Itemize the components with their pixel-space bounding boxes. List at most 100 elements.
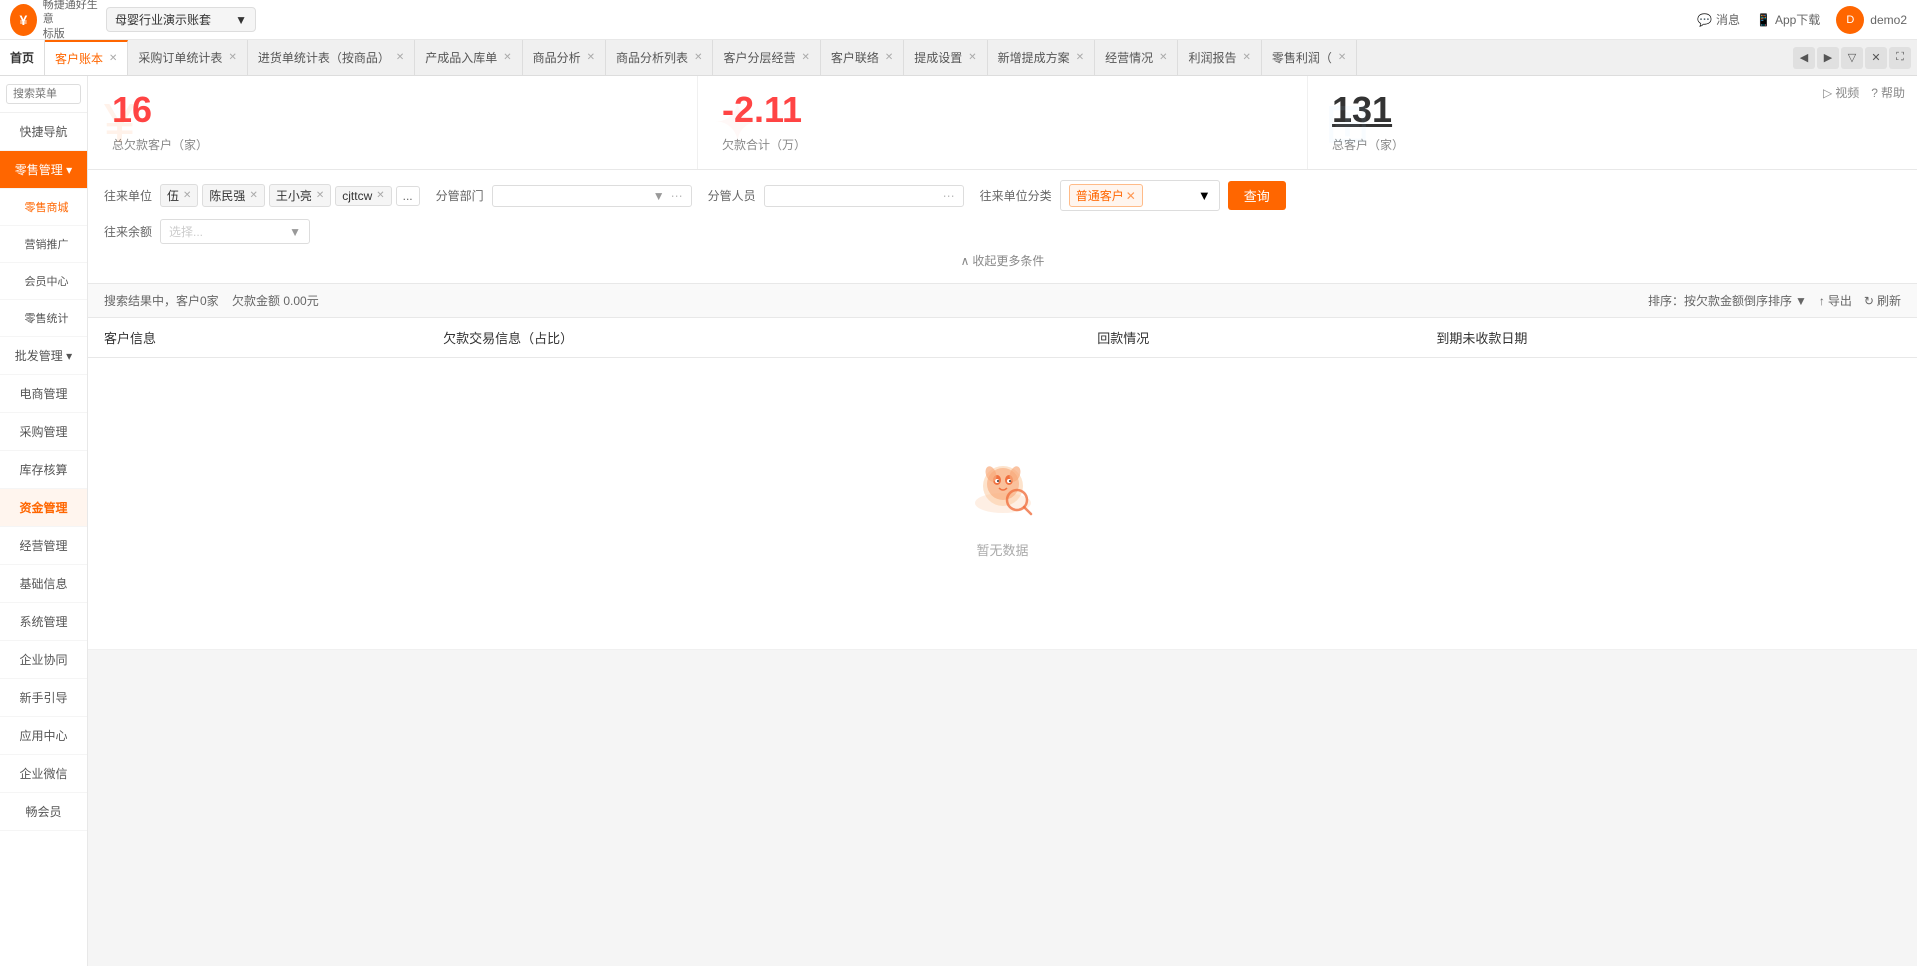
sidebar-item-app-center[interactable]: 应用中心 [0,717,87,755]
tab-profit-report[interactable]: 利润报告 ✕ [1178,40,1261,75]
sidebar-item-quick-nav[interactable]: 快捷导航 [0,113,87,151]
close-icon[interactable]: ✕ [1076,52,1084,63]
filter-label-person: 分管人员 [708,187,756,204]
sort-selector[interactable]: 排序：按欠款金额倒序排序 ▼ [1648,292,1807,309]
refresh-button[interactable]: ↻ 刷新 [1864,292,1901,309]
stat-label-owed-amount: 欠款合计（万） [722,136,1283,153]
export-icon: ↑ [1819,294,1825,308]
filter-balance-select[interactable]: 选择... ▼ [160,219,310,244]
sidebar-item-enterprise-coop[interactable]: 企业协同 [0,641,87,679]
tab-close-all-button[interactable]: ✕ [1865,47,1887,69]
tab-home[interactable]: 首页 [0,40,45,75]
collapse-filter-button[interactable]: ∧ 收起更多条件 [953,248,1053,273]
sidebar-item-retail-stats[interactable]: 零售统计 [0,300,87,337]
close-icon[interactable]: ✕ [1338,52,1346,63]
message-icon: 💬 [1697,13,1712,27]
close-icon[interactable]: ✕ [228,52,236,63]
close-icon[interactable]: ✕ [885,52,893,63]
tab-customer-tier[interactable]: 客户分层经营 ✕ [713,40,820,75]
col-repayment: 回款情况 [1081,318,1420,358]
tab-menu-button[interactable]: ▽ [1841,47,1863,69]
main-layout: 快捷导航 零售管理 ▾ 零售商城 营销推广 会员中心 零售统计 批发管理 ▾ 电… [0,76,1917,966]
content-area: ¥ 16 总欠款客户（家） ✦ -2.11 欠款合计（万） ⊞ 131 总客户（… [88,76,1917,966]
filter-tag-wang: 王小亮 ✕ [269,184,331,207]
tab-bar: 首页 客户账本 ✕ 采购订单统计表 ✕ 进货单统计表（按商品） ✕ 产成品入库单… [0,40,1917,76]
tab-promotion-settings[interactable]: 提成设置 ✕ [904,40,987,75]
sidebar-item-system[interactable]: 系统管理 [0,603,87,641]
filter-person-select[interactable]: ⋯ [764,185,964,207]
sidebar-item-member[interactable]: 会员中心 [0,263,87,300]
col-customer-info: 客户信息 [88,318,427,358]
sidebar-item-wholesale[interactable]: 批发管理 ▾ [0,337,87,375]
sidebar-item-finance[interactable]: 资金管理 [0,489,87,527]
chevron-down-icon: ▾ [66,163,72,177]
top-bar: ¥ 畅捷通好生意 标版 母婴行业演示账套 ▼ 💬 消息 📱 App下载 D de… [0,0,1917,40]
tab-product-analysis[interactable]: 商品分析 ✕ [523,40,606,75]
download-icon: 📱 [1756,13,1771,27]
empty-state: 暂无数据 [104,368,1901,639]
chevron-down-icon: ▾ [66,349,72,363]
remove-tag-wang[interactable]: ✕ [316,190,324,201]
close-icon[interactable]: ✕ [801,52,809,63]
close-icon[interactable]: ✕ [109,53,117,64]
filter-tag-cjttcw: cjttcw ✕ [335,186,391,206]
app-download-button[interactable]: 📱 App下载 [1756,11,1820,28]
sidebar-item-pro-member[interactable]: 畅会员 [0,793,87,831]
close-icon[interactable]: ✕ [503,52,511,63]
sidebar-item-retail-mall[interactable]: 零售商城 [0,189,87,226]
sidebar-item-ecommerce[interactable]: 电商管理 [0,375,87,413]
tab-fullscreen-button[interactable]: ⛶ [1889,47,1911,69]
filter-row-1: 往来单位 伍 ✕ 陈民强 ✕ 王小亮 ✕ cjttcw [104,180,1901,211]
remove-tag-wu[interactable]: ✕ [183,190,191,201]
sidebar-item-basic-info[interactable]: 基础信息 [0,565,87,603]
sidebar-item-marketing[interactable]: 营销推广 [0,226,87,263]
sidebar-item-inventory[interactable]: 库存核算 [0,451,87,489]
close-icon[interactable]: ✕ [587,52,595,63]
filter-tags-unit: 伍 ✕ 陈民强 ✕ 王小亮 ✕ cjttcw ✕ [160,184,420,207]
query-button[interactable]: 查询 [1228,181,1286,210]
filter-class-wrap: 普通客户 ✕ ▼ [1060,180,1220,211]
filter-row-2: 往来余额 选择... ▼ [104,219,1901,244]
sidebar-item-enterprise-wechat[interactable]: 企业微信 [0,755,87,793]
tab-prev-button[interactable]: ◀ [1793,47,1815,69]
tab-customer-contact[interactable]: 客户联络 ✕ [821,40,904,75]
chevron-down-icon: ▼ [653,189,665,203]
remove-tag-cjttcw[interactable]: ✕ [376,190,384,201]
tab-operations[interactable]: 经营情况 ✕ [1095,40,1178,75]
tab-retail-profit[interactable]: 零售利润（ ✕ [1262,40,1357,75]
close-icon[interactable]: ✕ [968,52,976,63]
account-selector[interactable]: 母婴行业演示账套 ▼ [106,7,256,32]
sidebar-item-retail-mgmt[interactable]: 零售管理 ▾ [0,151,87,189]
close-icon[interactable]: ✕ [1243,52,1251,63]
question-icon: ? [1871,86,1878,100]
stat-block-owed-amount: ✦ -2.11 欠款合计（万） [698,76,1308,169]
col-owed-info: 欠款交易信息（占比） [427,318,1081,358]
close-icon[interactable]: ✕ [694,52,702,63]
close-icon[interactable]: ✕ [1159,52,1167,63]
tab-product-analysis-list[interactable]: 商品分析列表 ✕ [606,40,713,75]
help-button[interactable]: ? 帮助 [1871,84,1905,101]
tab-customer-ledger[interactable]: 客户账本 ✕ [45,40,128,75]
sidebar-item-purchase[interactable]: 采购管理 [0,413,87,451]
tab-production-inbound[interactable]: 产成品入库单 ✕ [415,40,522,75]
video-help-button[interactable]: ▷ 视频 [1823,84,1859,101]
stats-help-area: ▷ 视频 ? 帮助 [1823,84,1905,101]
tab-new-promo[interactable]: 新增提成方案 ✕ [988,40,1095,75]
user-menu[interactable]: D demo2 [1836,6,1907,34]
message-button[interactable]: 💬 消息 [1697,11,1740,28]
filter-label-unit: 往来单位 [104,187,152,204]
tab-next-button[interactable]: ▶ [1817,47,1839,69]
remove-tag-chen[interactable]: ✕ [249,190,257,201]
tab-purchase-order[interactable]: 采购订单统计表 ✕ [128,40,247,75]
sidebar-item-operations-mgmt[interactable]: 经营管理 [0,527,87,565]
search-input[interactable] [6,84,81,104]
export-button[interactable]: ↑ 导出 [1819,292,1852,309]
tab-inbound-stats[interactable]: 进货单统计表（按商品） ✕ [248,40,415,75]
stat-value-owed-customers: 16 [112,92,673,128]
close-icon[interactable]: ✕ [396,52,404,63]
filter-dept-select[interactable]: ▼ ⋯ [492,185,692,207]
sidebar-item-new-guide[interactable]: 新手引导 [0,679,87,717]
stat-label-owed-customers: 总欠款客户（家） [112,136,673,153]
remove-tag-normal-customer[interactable]: ✕ [1126,189,1136,203]
filter-tag-more[interactable]: ... [396,186,420,206]
